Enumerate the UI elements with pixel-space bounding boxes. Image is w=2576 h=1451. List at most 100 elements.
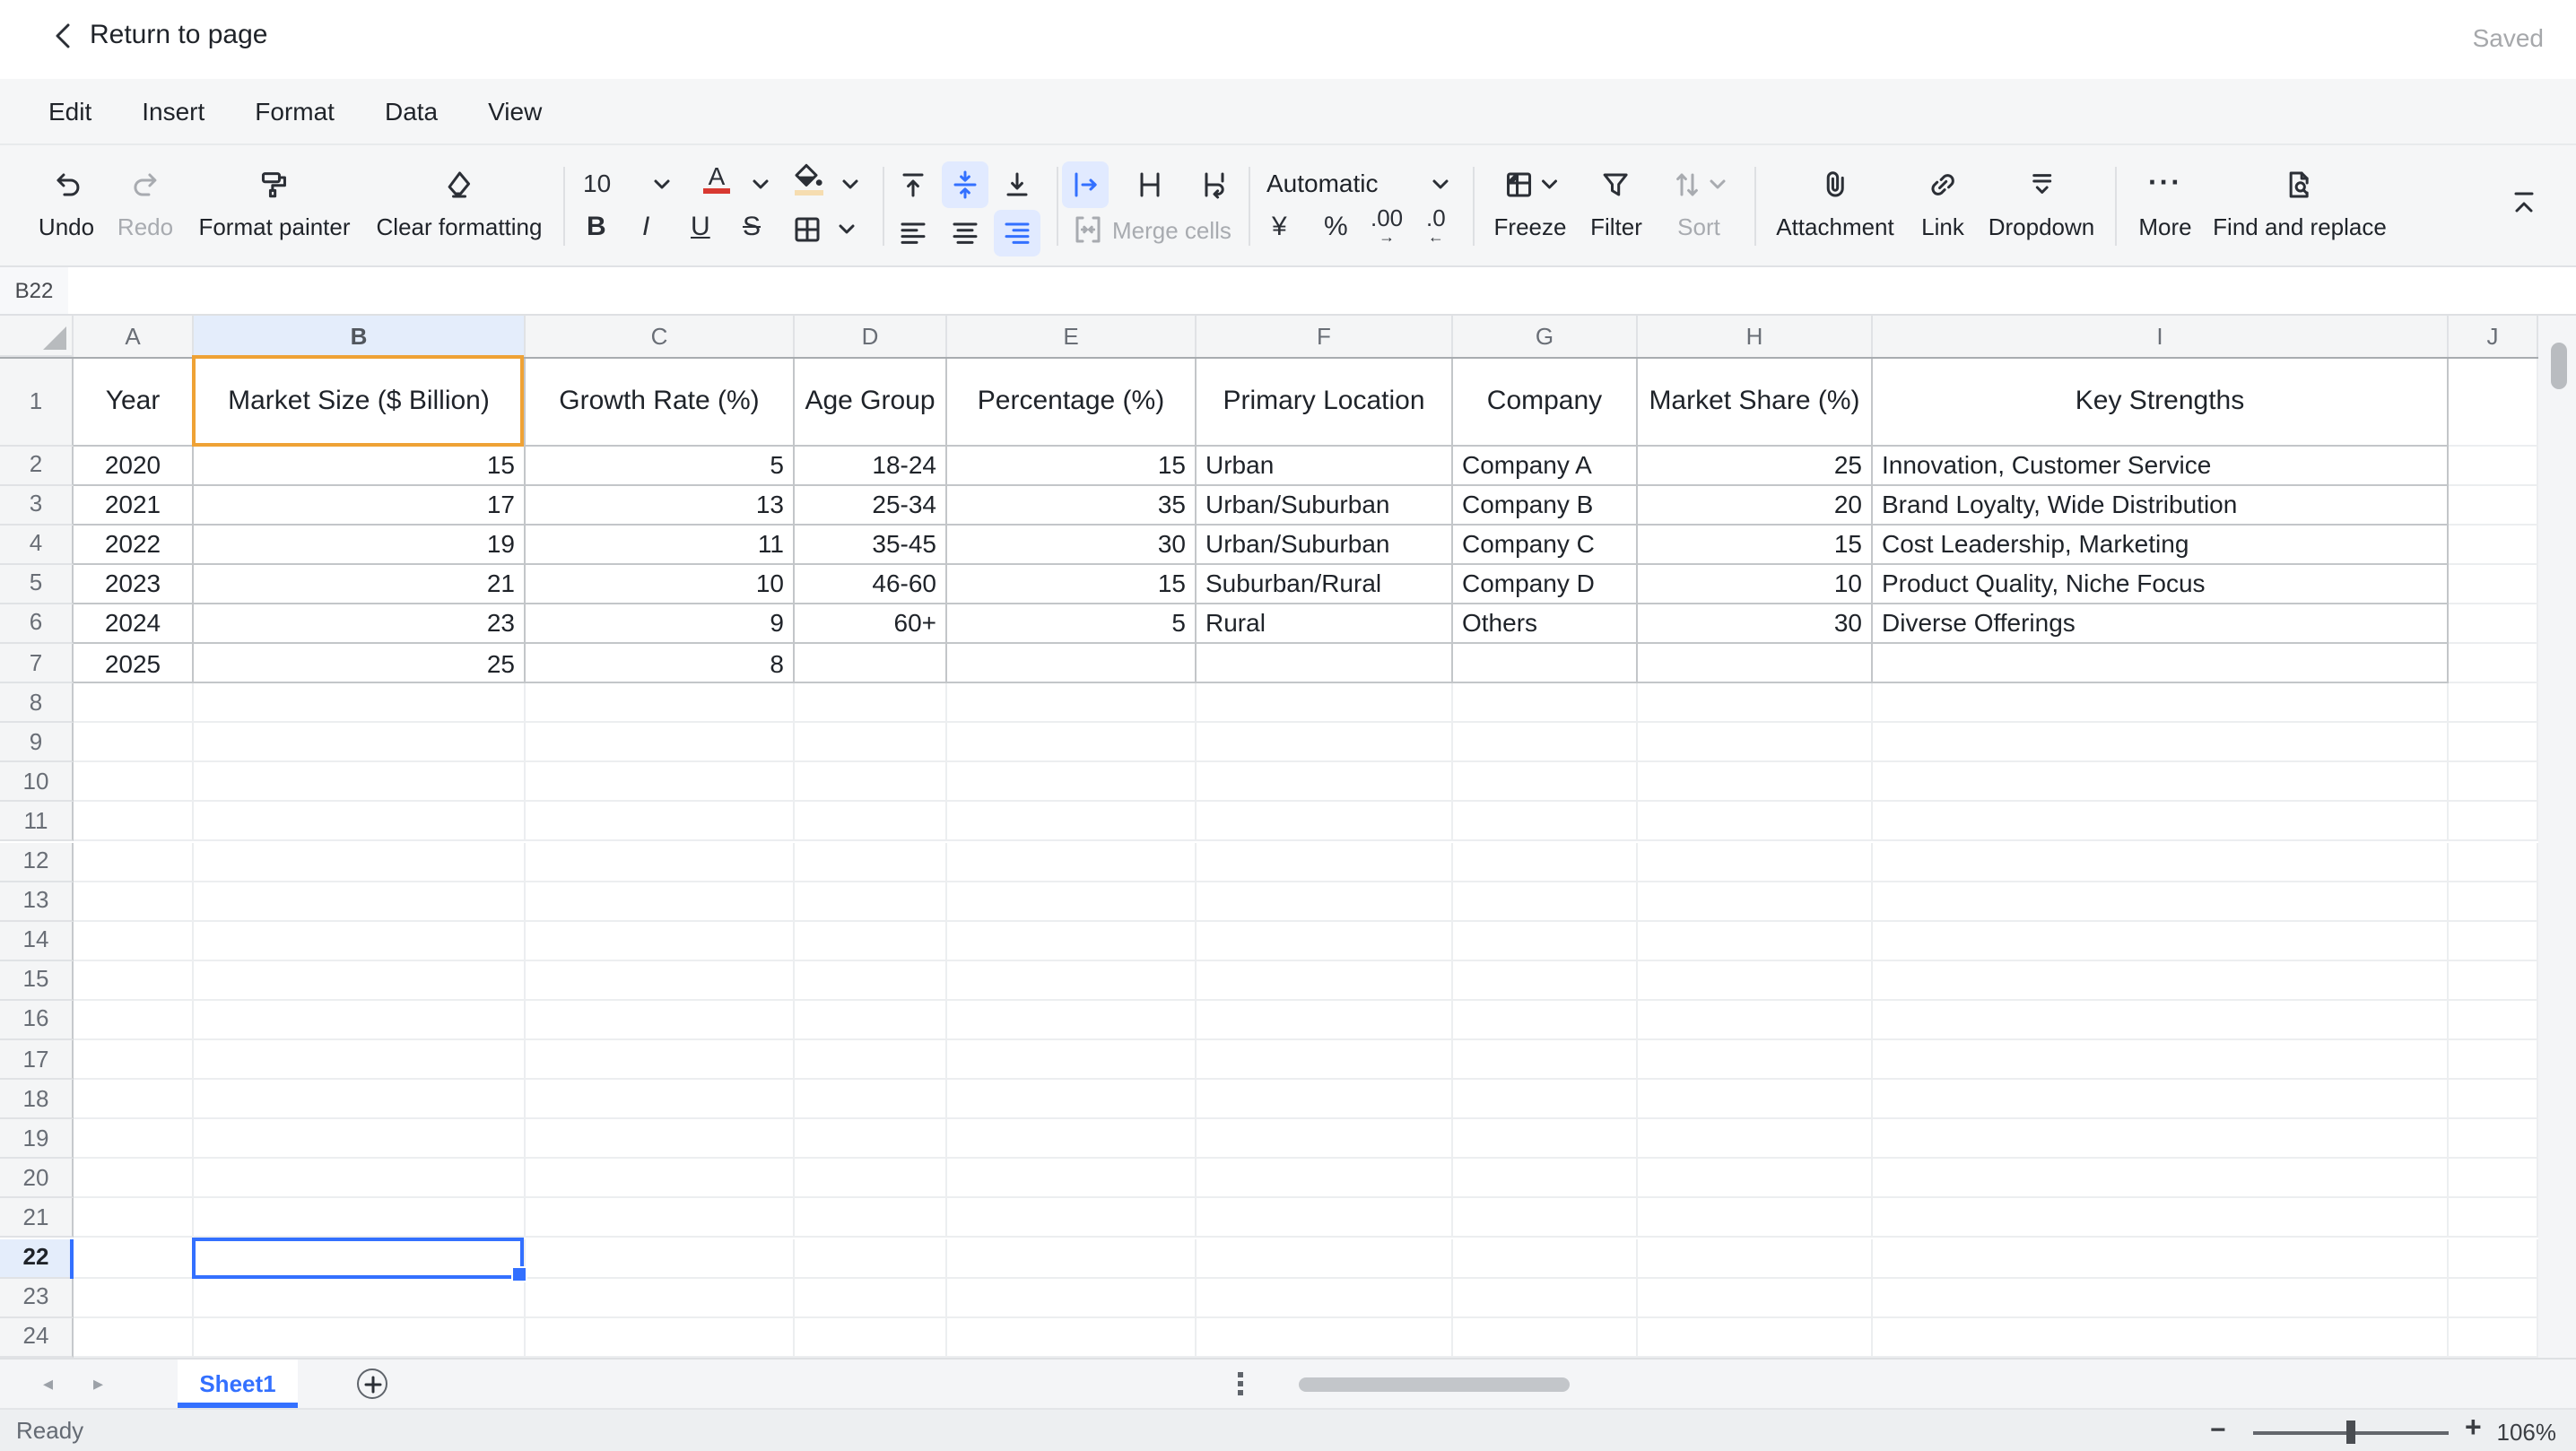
cell-I21[interactable]	[1873, 1198, 2449, 1238]
strikethrough-button[interactable]: S	[743, 212, 761, 242]
cell-G4[interactable]: Company C	[1453, 525, 1638, 565]
cell-J20[interactable]	[2449, 1159, 2538, 1199]
menu-edit[interactable]: Edit	[23, 97, 117, 126]
cell-H6[interactable]: 30	[1638, 604, 1873, 644]
cell-G22[interactable]	[1453, 1238, 1638, 1279]
row-header-6[interactable]: 6	[0, 604, 74, 644]
cell-F16[interactable]	[1197, 1000, 1453, 1040]
increase-decimal-button[interactable]: .00 →	[1371, 206, 1403, 246]
text-wrap-button[interactable]	[1191, 161, 1238, 208]
cell-F13[interactable]	[1197, 882, 1453, 922]
cell-H11[interactable]	[1638, 802, 1873, 842]
column-header-G[interactable]: G	[1453, 316, 1638, 357]
cell-B17[interactable]	[194, 1040, 526, 1081]
cell-E12[interactable]	[947, 842, 1197, 882]
cell-E19[interactable]	[947, 1119, 1197, 1160]
cell-E11[interactable]	[947, 802, 1197, 842]
cell-A16[interactable]	[74, 1000, 194, 1040]
cell-C23[interactable]	[526, 1278, 795, 1318]
cell-J21[interactable]	[2449, 1198, 2538, 1238]
cell-B22[interactable]	[194, 1238, 526, 1279]
next-sheet-arrow[interactable]: ▸	[93, 1372, 103, 1395]
cell-F23[interactable]	[1197, 1278, 1453, 1318]
underline-button[interactable]: U	[691, 212, 710, 242]
cell-H20[interactable]	[1638, 1159, 1873, 1199]
freeze-button[interactable]: Freeze	[1494, 161, 1566, 240]
cell-A22[interactable]	[74, 1238, 194, 1279]
menu-format[interactable]: Format	[230, 97, 360, 126]
cell-I8[interactable]	[1873, 683, 2449, 724]
cell-H12[interactable]	[1638, 842, 1873, 882]
cell-H1[interactable]: Market Share (%)	[1638, 357, 1873, 446]
cell-C19[interactable]	[526, 1119, 795, 1160]
fill-color-chevron-icon[interactable]	[841, 178, 859, 192]
italic-button[interactable]: I	[642, 212, 649, 242]
cell-J7[interactable]	[2449, 644, 2538, 684]
cell-H9[interactable]	[1638, 723, 1873, 763]
cell-C13[interactable]	[526, 882, 795, 922]
cell-F12[interactable]	[1197, 842, 1453, 882]
cell-H2[interactable]: 25	[1638, 446, 1873, 486]
cell-C3[interactable]: 13	[526, 485, 795, 526]
cell-I22[interactable]	[1873, 1238, 2449, 1279]
cell-I20[interactable]	[1873, 1159, 2449, 1199]
cell-C6[interactable]: 9	[526, 604, 795, 644]
percent-format-button[interactable]: %	[1324, 212, 1348, 242]
cell-F1[interactable]: Primary Location	[1197, 357, 1453, 446]
cell-C20[interactable]	[526, 1159, 795, 1199]
menu-data[interactable]: Data	[360, 97, 463, 126]
clear-formatting-button[interactable]: Clear formatting	[377, 161, 542, 240]
cell-C4[interactable]: 11	[526, 525, 795, 565]
cell-B8[interactable]	[194, 683, 526, 724]
cell-E14[interactable]	[947, 921, 1197, 961]
row-header-23[interactable]: 23	[0, 1278, 74, 1318]
column-header-J[interactable]: J	[2449, 316, 2538, 357]
cell-A5[interactable]: 2023	[74, 564, 194, 604]
font-color-button[interactable]: A	[703, 163, 730, 194]
cell-D17[interactable]	[795, 1040, 947, 1081]
cell-C16[interactable]	[526, 1000, 795, 1040]
cell-I10[interactable]	[1873, 762, 2449, 803]
cell-G18[interactable]	[1453, 1080, 1638, 1120]
zoom-in-button[interactable]: +	[2465, 1413, 2482, 1446]
cell-F6[interactable]: Rural	[1197, 604, 1453, 644]
cell-E6[interactable]: 5	[947, 604, 1197, 644]
cell-H22[interactable]	[1638, 1238, 1873, 1279]
row-header-20[interactable]: 20	[0, 1159, 74, 1199]
cell-B3[interactable]: 17	[194, 485, 526, 526]
font-size-value[interactable]: 10	[583, 169, 611, 197]
row-header-13[interactable]: 13	[0, 882, 74, 922]
cell-I17[interactable]	[1873, 1040, 2449, 1081]
cell-J14[interactable]	[2449, 921, 2538, 961]
cell-H16[interactable]	[1638, 1000, 1873, 1040]
cell-E5[interactable]: 15	[947, 564, 1197, 604]
row-header-3[interactable]: 3	[0, 485, 74, 526]
cell-A23[interactable]	[74, 1278, 194, 1318]
tabbar-drag-handle[interactable]	[1238, 1372, 1242, 1395]
vertical-align-bottom-button[interactable]	[994, 161, 1040, 208]
cell-D3[interactable]: 25-34	[795, 485, 947, 526]
cell-F14[interactable]	[1197, 921, 1453, 961]
find-replace-button[interactable]: Find and replace	[2213, 161, 2387, 240]
row-header-19[interactable]: 19	[0, 1119, 74, 1160]
column-header-E[interactable]: E	[947, 316, 1197, 357]
row-header-21[interactable]: 21	[0, 1198, 74, 1238]
row-header-9[interactable]: 9	[0, 723, 74, 763]
sort-button[interactable]: Sort	[1671, 161, 1727, 240]
cell-A12[interactable]	[74, 842, 194, 882]
cell-H3[interactable]: 20	[1638, 485, 1873, 526]
cell-J16[interactable]	[2449, 1000, 2538, 1040]
cell-F22[interactable]	[1197, 1238, 1453, 1279]
collapse-toolbar-button[interactable]	[2508, 187, 2540, 219]
cell-J1[interactable]	[2449, 357, 2538, 446]
row-header-22[interactable]: 22	[0, 1238, 74, 1279]
cell-J12[interactable]	[2449, 842, 2538, 882]
dropdown-button[interactable]: Dropdown	[1989, 161, 2094, 240]
cell-H15[interactable]	[1638, 960, 1873, 1001]
column-header-I[interactable]: I	[1873, 316, 2449, 357]
cell-G2[interactable]: Company A	[1453, 446, 1638, 486]
cell-D9[interactable]	[795, 723, 947, 763]
cell-B4[interactable]: 19	[194, 525, 526, 565]
cell-B5[interactable]: 21	[194, 564, 526, 604]
cell-H10[interactable]	[1638, 762, 1873, 803]
